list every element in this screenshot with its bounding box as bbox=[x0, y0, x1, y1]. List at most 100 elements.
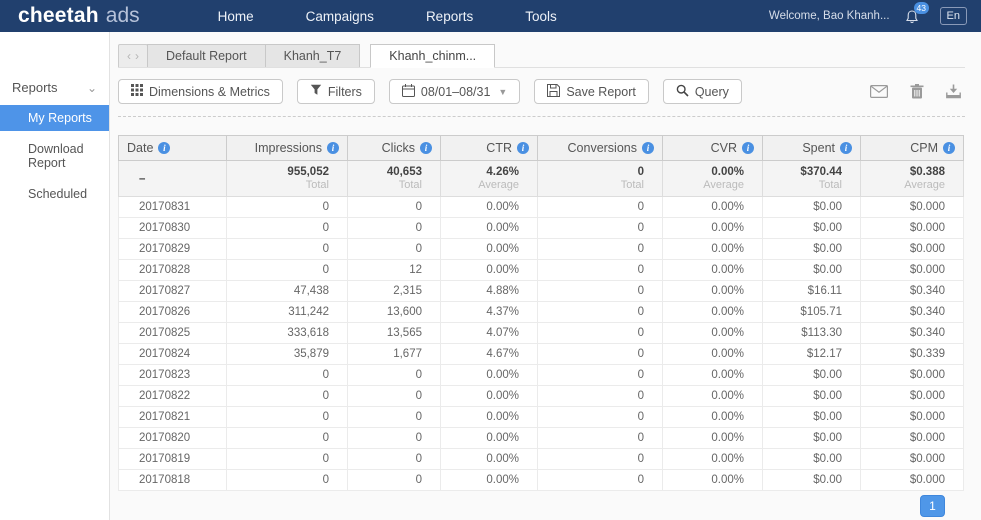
value-cell: 4.88% bbox=[440, 280, 538, 302]
value-cell: 0.00% bbox=[440, 217, 538, 239]
table-row: 20170829 0 0 0.00% 0 0.00% $0.00 $0.000 bbox=[118, 238, 964, 260]
download-icon[interactable] bbox=[946, 84, 961, 99]
value-cell: $0.000 bbox=[860, 427, 964, 449]
value-cell: $0.340 bbox=[860, 280, 964, 302]
value-cell: 0.00% bbox=[440, 364, 538, 386]
value-cell: 0 bbox=[537, 427, 663, 449]
value-cell: $0.000 bbox=[860, 196, 964, 218]
value-cell: 0 bbox=[226, 448, 348, 470]
value-cell: 0 bbox=[537, 259, 663, 281]
column-header-label: Conversions bbox=[567, 141, 637, 155]
tab-khanh-chinm[interactable]: Khanh_chinm... bbox=[370, 44, 496, 68]
chevron-right-icon[interactable]: › bbox=[135, 49, 139, 63]
value-cell: 0.00% bbox=[440, 259, 538, 281]
value-cell: $0.000 bbox=[860, 364, 964, 386]
value-cell: 0.00% bbox=[440, 427, 538, 449]
value-cell: 0 bbox=[537, 385, 663, 407]
summary-cell: 40,653 Total bbox=[347, 160, 441, 197]
info-icon[interactable]: i bbox=[642, 142, 654, 154]
value-cell: 0 bbox=[347, 364, 441, 386]
value-cell: 0 bbox=[226, 217, 348, 239]
report-toolbar: Dimensions & Metrics Filters 08/01–08/31… bbox=[118, 79, 965, 104]
value-cell: 0 bbox=[537, 406, 663, 428]
nav-item-reports[interactable]: Reports bbox=[426, 9, 473, 24]
filters-button[interactable]: Filters bbox=[296, 79, 375, 104]
info-icon[interactable]: i bbox=[517, 142, 529, 154]
value-cell: $0.00 bbox=[762, 364, 861, 386]
info-icon[interactable]: i bbox=[943, 142, 955, 154]
dimensions-metrics-button[interactable]: Dimensions & Metrics bbox=[118, 79, 283, 104]
value-cell: 0 bbox=[537, 238, 663, 260]
table-row: 20170821 0 0 0.00% 0 0.00% $0.00 $0.000 bbox=[118, 406, 964, 428]
sidebar-item-my-reports[interactable]: My Reports bbox=[0, 105, 109, 131]
report-table: Date i Impressions i Clicks i CTR i Conversions i… bbox=[118, 135, 964, 491]
info-icon[interactable]: i bbox=[742, 142, 754, 154]
date-cell: 20170829 bbox=[118, 238, 227, 260]
summary-cell: 955,052 Total bbox=[226, 160, 348, 197]
value-cell: 13,565 bbox=[347, 322, 441, 344]
language-selector[interactable]: En bbox=[939, 7, 967, 25]
date-cell: 20170822 bbox=[118, 385, 227, 407]
date-cell: 20170821 bbox=[118, 406, 227, 428]
value-cell: 0 bbox=[347, 448, 441, 470]
summary-sublabel: Total bbox=[398, 179, 422, 191]
info-icon[interactable]: i bbox=[327, 142, 339, 154]
app-logo[interactable]: cheetah ads bbox=[18, 4, 140, 28]
value-cell: 0.00% bbox=[440, 238, 538, 260]
chevron-left-icon[interactable]: ‹ bbox=[127, 49, 131, 63]
mail-icon[interactable] bbox=[870, 85, 888, 98]
trash-icon[interactable] bbox=[910, 84, 924, 99]
tab-scroll-arrows[interactable]: ‹ › bbox=[118, 44, 148, 67]
info-icon[interactable]: i bbox=[840, 142, 852, 154]
value-cell: 0 bbox=[537, 322, 663, 344]
value-cell: 0 bbox=[226, 364, 348, 386]
filter-icon bbox=[310, 84, 322, 99]
summary-sublabel: Total bbox=[620, 179, 644, 191]
value-cell: 0.00% bbox=[440, 406, 538, 428]
sidebar-section-reports[interactable]: Reports ⌄ bbox=[0, 74, 109, 105]
value-cell: 0.00% bbox=[662, 364, 763, 386]
column-header-label: Date bbox=[127, 141, 154, 155]
value-cell: 311,242 bbox=[226, 301, 348, 323]
date-range-button[interactable]: 08/01–08/31 ▼ bbox=[388, 79, 521, 104]
info-icon[interactable]: i bbox=[420, 142, 432, 154]
summary-value: 955,052 bbox=[287, 166, 329, 178]
column-header-label: CPM bbox=[910, 141, 938, 155]
chevron-down-icon: ⌄ bbox=[86, 80, 97, 95]
summary-cell: – bbox=[118, 160, 227, 197]
value-cell: $12.17 bbox=[762, 343, 861, 365]
query-button[interactable]: Query bbox=[662, 79, 742, 104]
column-header-label: Spent bbox=[802, 141, 835, 155]
tab-khanh-t7[interactable]: Khanh_T7 bbox=[264, 44, 361, 67]
column-header-label: Impressions bbox=[254, 141, 322, 155]
value-cell: 12 bbox=[347, 259, 441, 281]
value-cell: $0.000 bbox=[860, 238, 964, 260]
info-icon[interactable]: i bbox=[158, 142, 171, 154]
welcome-user-text[interactable]: Welcome, Bao Khanh... bbox=[769, 10, 890, 22]
filters-label: Filters bbox=[327, 84, 362, 99]
notifications-bell-icon[interactable]: 43 bbox=[904, 2, 929, 26]
date-cell: 20170831 bbox=[118, 196, 227, 218]
save-icon bbox=[547, 83, 561, 100]
nav-item-campaigns[interactable]: Campaigns bbox=[306, 9, 374, 24]
value-cell: 0 bbox=[347, 196, 441, 218]
value-cell: 0.00% bbox=[440, 448, 538, 470]
column-header-cpm: CPM i bbox=[860, 135, 964, 161]
summary-sublabel: Average bbox=[478, 179, 519, 191]
tab-default-report[interactable]: Default Report bbox=[147, 44, 266, 67]
nav-item-tools[interactable]: Tools bbox=[525, 9, 557, 24]
value-cell: 0 bbox=[347, 469, 441, 491]
value-cell: $0.00 bbox=[762, 448, 861, 470]
page-1-button[interactable]: 1 bbox=[920, 495, 945, 517]
value-cell: $0.00 bbox=[762, 469, 861, 491]
save-report-button[interactable]: Save Report bbox=[534, 79, 649, 104]
nav-item-home[interactable]: Home bbox=[218, 9, 254, 24]
main-content: ‹ › Default Report Khanh_T7 Khanh_chinm.… bbox=[110, 32, 981, 520]
value-cell: $113.30 bbox=[762, 322, 861, 344]
value-cell: 4.07% bbox=[440, 322, 538, 344]
table-body: –955,052 Total 40,653 Total 4.26% Average 0 Tot… bbox=[118, 160, 964, 491]
value-cell: $105.71 bbox=[762, 301, 861, 323]
sidebar-item-scheduled[interactable]: Scheduled bbox=[0, 181, 109, 207]
table-row: 20170823 0 0 0.00% 0 0.00% $0.00 $0.000 bbox=[118, 364, 964, 386]
sidebar-item-download-report[interactable]: Download Report bbox=[0, 136, 109, 176]
